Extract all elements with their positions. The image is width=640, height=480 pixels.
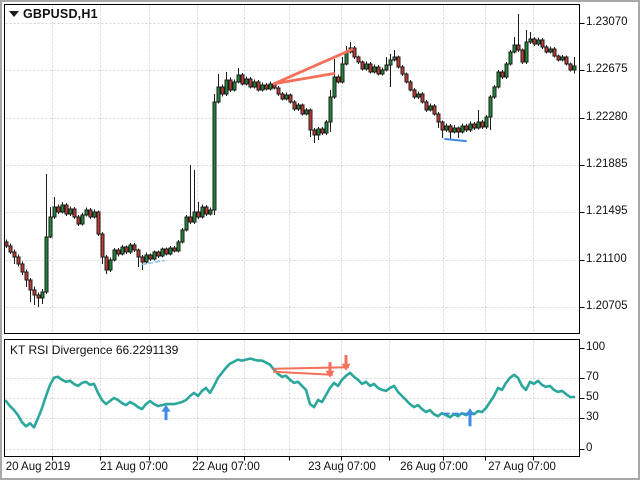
rsi-tick-label: 70 <box>586 370 599 383</box>
price-tick-label: 1.20705 <box>586 300 628 313</box>
price-tick-label: 1.22675 <box>586 63 628 76</box>
chart-canvas[interactable] <box>2 2 640 480</box>
price-tick-label: 1.23070 <box>586 16 628 28</box>
price-tick-label: 1.21495 <box>586 205 628 218</box>
rsi-tick-label: 100 <box>586 340 606 353</box>
time-tick-label: 21 Aug 07:00 <box>100 461 168 473</box>
time-tick-label: 27 Aug 07:00 <box>488 461 556 473</box>
price-tick-label: 1.22280 <box>586 110 628 123</box>
time-tick-label: 26 Aug 07:00 <box>400 461 468 473</box>
bearish-divergence-line <box>273 366 349 370</box>
time-tick-label: 22 Aug 07:00 <box>192 461 260 473</box>
bullish-divergence-line <box>444 138 467 143</box>
time-tick-label: 20 Aug 2019 <box>5 461 71 473</box>
rsi-tick-label: 50 <box>586 391 599 403</box>
time-axis[interactable]: 20 Aug 2019 21 Aug 07:00 22 Aug 07:00 23 Au… <box>2 458 580 478</box>
price-axis[interactable]: 1.23070 1.22675 1.22280 1.21885 1.21495 1.211… <box>582 2 638 478</box>
price-tick-label: 1.21885 <box>586 158 628 171</box>
rsi-tick-label: 0 <box>586 441 593 454</box>
price-divergence-lines <box>141 48 467 266</box>
price-tick-label: 1.21100 <box>586 252 627 265</box>
candlestick-series <box>4 13 577 308</box>
rsi-tick-label: 30 <box>586 411 599 424</box>
chart-window: GBPUSD,H1 KT RSI Divergence 66.2291139 1… <box>0 0 640 480</box>
buy-signal-arrow-icon <box>465 408 475 416</box>
grid-lines <box>5 5 579 456</box>
symbol-label: GBPUSD,H1 <box>23 7 98 21</box>
time-tick-label: 23 Aug 07:00 <box>308 461 376 473</box>
indicator-label: KT RSI Divergence 66.2291139 <box>10 343 179 357</box>
rsi-divergence-lines <box>273 366 471 415</box>
price-pane[interactable] <box>4 4 580 334</box>
bearish-divergence-line <box>273 370 333 376</box>
symbol-dropdown-icon[interactable] <box>9 11 19 17</box>
